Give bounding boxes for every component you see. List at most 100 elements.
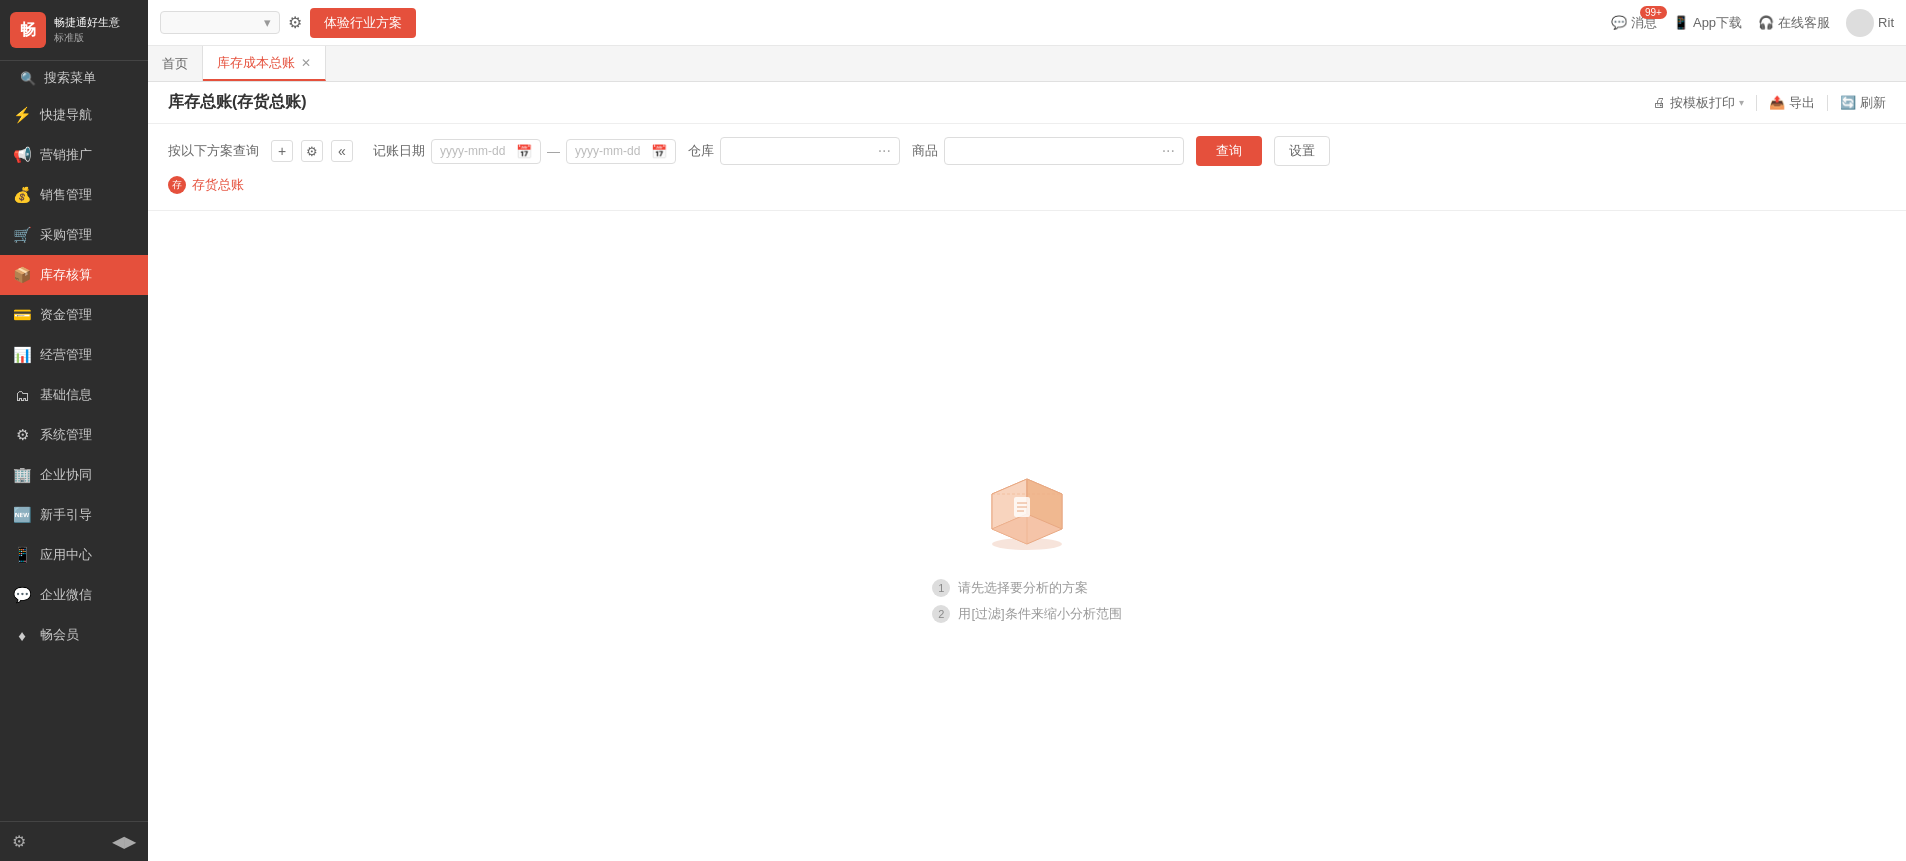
tab-home[interactable]: 首页 <box>148 46 203 81</box>
scheme-item-label: 存货总账 <box>192 176 244 194</box>
header-gear-icon[interactable]: ⚙ <box>288 13 302 32</box>
print-dropdown-icon[interactable]: ▾ <box>1739 97 1744 108</box>
sidebar-item-label: 营销推广 <box>40 146 92 164</box>
sidebar-item-label: 应用中心 <box>40 546 92 564</box>
header-search-input[interactable]: ▾ <box>160 11 280 34</box>
warehouse-more-icon[interactable]: ··· <box>878 142 891 160</box>
empty-illustration: 1 请先选择要分析的方案 2 用[过滤]条件来缩小分析范围 <box>932 449 1121 623</box>
finance-icon: 💳 <box>12 305 32 325</box>
system-icon: ⚙ <box>12 425 32 445</box>
tab-inventory-cost-label: 库存成本总账 <box>217 54 295 72</box>
tab-inventory-cost[interactable]: 库存成本总账 ✕ <box>203 46 326 81</box>
scheme-item-inventory[interactable]: 存 存货总账 <box>168 172 1886 198</box>
sidebar-item-quick-nav[interactable]: ⚡ 快捷导航 <box>0 95 148 135</box>
sidebar-item-label: 库存核算 <box>40 266 92 284</box>
export-icon: 📤 <box>1769 95 1785 110</box>
trial-button[interactable]: 体验行业方案 <box>310 8 416 38</box>
step-1-num: 1 <box>932 579 950 597</box>
product-more-icon[interactable]: ··· <box>1162 142 1175 160</box>
sidebar-item-marketing[interactable]: 📢 营销推广 <box>0 135 148 175</box>
sidebar-item-purchase[interactable]: 🛒 采购管理 <box>0 215 148 255</box>
sidebar-item-appstore[interactable]: 📱 应用中心 <box>0 535 148 575</box>
sidebar-item-label: 资金管理 <box>40 306 92 324</box>
tab-home-label: 首页 <box>162 55 188 73</box>
export-button[interactable]: 📤 导出 <box>1769 94 1815 112</box>
message-button[interactable]: 💬 消息 99+ <box>1611 14 1657 32</box>
appstore-icon: 📱 <box>12 545 32 565</box>
sidebar-item-label: 畅会员 <box>40 626 79 644</box>
filter-settings-button[interactable]: ⚙ <box>301 140 323 162</box>
sidebar-item-finance[interactable]: 💳 资金管理 <box>0 295 148 335</box>
purchase-icon: 🛒 <box>12 225 32 245</box>
page-title: 库存总账(存货总账) <box>168 92 307 113</box>
tab-close-icon[interactable]: ✕ <box>301 56 311 70</box>
app-subtitle: 标准版 <box>54 31 120 45</box>
headset-icon: 🎧 <box>1758 15 1774 30</box>
marketing-icon: 📢 <box>12 145 32 165</box>
step-1-text: 请先选择要分析的方案 <box>958 579 1088 597</box>
sidebar-item-label: 经营管理 <box>40 346 92 364</box>
calendar-from-icon[interactable]: 📅 <box>516 144 532 159</box>
sidebar-item-label: 采购管理 <box>40 226 92 244</box>
sidebar-item-guide[interactable]: 🆕 新手引导 <box>0 495 148 535</box>
main-content: ▾ ⚙ 体验行业方案 💬 消息 99+ 📱 App下载 🎧 在线客服 Rit <box>148 0 1906 861</box>
sales-icon: 💰 <box>12 185 32 205</box>
refresh-icon: 🔄 <box>1840 95 1856 110</box>
filter-add-button[interactable]: + <box>271 140 293 162</box>
sidebar-item-enterprise[interactable]: 🏢 企业协同 <box>0 455 148 495</box>
empty-box-illustration <box>972 449 1082 559</box>
date-field-label: 记账日期 <box>373 142 425 160</box>
sidebar: 畅 畅捷通好生意 标准版 🔍 搜索菜单 ⚡ 快捷导航 📢 营销推广 💰 销售管理… <box>0 0 148 861</box>
sidebar-item-sales[interactable]: 💰 销售管理 <box>0 175 148 215</box>
warehouse-input[interactable]: ··· <box>720 137 900 165</box>
refresh-button[interactable]: 🔄 刷新 <box>1840 94 1886 112</box>
page-header-actions: 🖨 按模板打印 ▾ 📤 导出 🔄 刷新 <box>1653 94 1886 112</box>
sidebar-item-vip[interactable]: ♦ 畅会员 <box>0 615 148 655</box>
sidebar-footer: ⚙ ◀▶ <box>0 821 148 861</box>
warehouse-field-group: 仓库 ··· <box>688 137 900 165</box>
quick-nav-icon: ⚡ <box>12 105 32 125</box>
query-button[interactable]: 查询 <box>1196 136 1262 166</box>
print-template-button[interactable]: 🖨 按模板打印 ▾ <box>1653 94 1744 112</box>
filter-area: 按以下方案查询 + ⚙ « 记账日期 yyyy-mm-dd 📅 — <box>148 124 1906 211</box>
sidebar-item-basic[interactable]: 🗂 基础信息 <box>0 375 148 415</box>
app-download-button[interactable]: 📱 App下载 <box>1673 14 1742 32</box>
product-input[interactable]: ··· <box>944 137 1184 165</box>
sidebar-nav: ⚡ 快捷导航 📢 营销推广 💰 销售管理 🛒 采购管理 📦 库存核算 💳 资金管… <box>0 95 148 821</box>
search-menu[interactable]: 🔍 搜索菜单 <box>0 61 148 95</box>
online-service-button[interactable]: 🎧 在线客服 <box>1758 14 1830 32</box>
toggle-sidebar-btn[interactable]: ◀▶ <box>112 832 136 851</box>
step-2-num: 2 <box>932 605 950 623</box>
filter-collapse-button[interactable]: « <box>331 140 353 162</box>
sidebar-item-label: 新手引导 <box>40 506 92 524</box>
filter-fields: 记账日期 yyyy-mm-dd 📅 — yyyy-mm-dd 📅 <box>373 136 1886 166</box>
message-badge: 99+ <box>1640 6 1667 19</box>
print-icon: 🖨 <box>1653 95 1666 110</box>
header-left: ▾ ⚙ 体验行业方案 <box>160 8 416 38</box>
sidebar-item-operation[interactable]: 📊 经营管理 <box>0 335 148 375</box>
header-dropdown-arrow-icon[interactable]: ▾ <box>264 15 271 30</box>
empty-step-2: 2 用[过滤]条件来缩小分析范围 <box>932 605 1121 623</box>
sidebar-item-label: 基础信息 <box>40 386 92 404</box>
sidebar-item-wechat[interactable]: 💬 企业微信 <box>0 575 148 615</box>
sidebar-item-inventory[interactable]: 📦 库存核算 <box>0 255 148 295</box>
settings-footer-btn[interactable]: ⚙ <box>12 832 26 851</box>
filter-row: 按以下方案查询 + ⚙ « 记账日期 yyyy-mm-dd 📅 — <box>168 136 1886 166</box>
search-menu-label: 搜索菜单 <box>44 69 96 87</box>
step-2-text: 用[过滤]条件来缩小分析范围 <box>958 605 1121 623</box>
content-area: 库存总账(存货总账) 🖨 按模板打印 ▾ 📤 导出 🔄 刷新 <box>148 82 1906 861</box>
app-logo-icon: 畅 <box>10 12 46 48</box>
online-service-label: 在线客服 <box>1778 14 1830 32</box>
empty-state: 1 请先选择要分析的方案 2 用[过滤]条件来缩小分析范围 <box>148 211 1906 861</box>
user-profile[interactable]: Rit <box>1846 9 1894 37</box>
sidebar-item-system[interactable]: ⚙ 系统管理 <box>0 415 148 455</box>
calendar-to-icon[interactable]: 📅 <box>651 144 667 159</box>
date-to-input[interactable]: yyyy-mm-dd 📅 <box>566 139 676 164</box>
filter-actions: + ⚙ « <box>271 140 353 162</box>
divider <box>1827 95 1828 111</box>
date-from-input[interactable]: yyyy-mm-dd 📅 <box>431 139 541 164</box>
app-title: 畅捷通好生意 <box>54 15 120 30</box>
sidebar-item-label: 快捷导航 <box>40 106 92 124</box>
filter-settings-btn[interactable]: 设置 <box>1274 136 1330 166</box>
divider <box>1756 95 1757 111</box>
